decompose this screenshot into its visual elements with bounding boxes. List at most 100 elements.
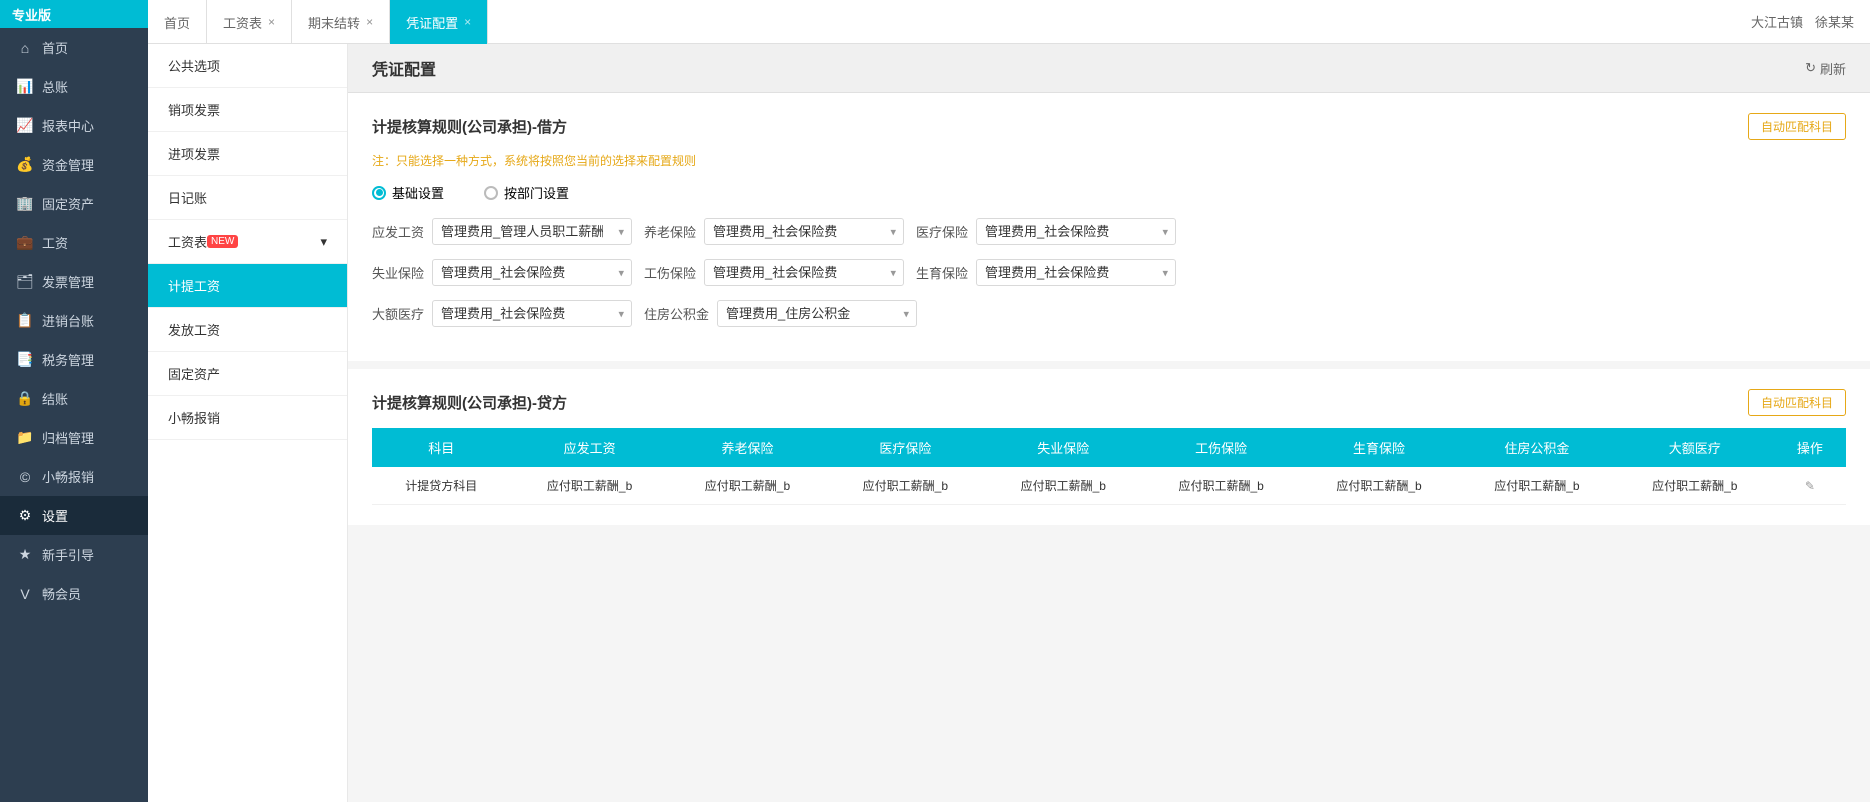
refresh-label: 刷新 [1820, 59, 1846, 78]
radio-group: 基础设置 按部门设置 [372, 183, 1846, 202]
action-cell[interactable]: ✎ [1774, 467, 1846, 505]
sidebar-item-sales-ledger[interactable]: 📋进销台账 [0, 301, 148, 340]
sidebar-item-closing[interactable]: 🔒结账 [0, 379, 148, 418]
tab-home[interactable]: 首页 [148, 0, 207, 44]
field-yingfa-gongzi: 应发工资 管理费用_管理人员职工薪酬 [372, 218, 632, 245]
select-yingfa[interactable]: 管理费用_管理人员职工薪酬 [432, 218, 632, 245]
sidebar-item-vip[interactable]: V畅会员 [0, 574, 148, 613]
credit-col-应发工资: 应发工资 [511, 428, 669, 467]
tab-close-payroll-table[interactable]: × [268, 15, 275, 29]
data-cell: 应付职工薪酬_b [826, 467, 984, 505]
data-cell: 应付职工薪酬_b [984, 467, 1142, 505]
sidebar-icon-general-ledger: 📊 [16, 78, 34, 95]
radio-department[interactable]: 按部门设置 [484, 183, 569, 202]
left-panel-label-journal: 日记账 [168, 188, 207, 207]
select-yanglao[interactable]: 管理费用_社会保险费 [704, 218, 904, 245]
credit-col-工伤保险: 工伤保险 [1142, 428, 1300, 467]
sidebar-icon-settings: ⚙ [16, 507, 34, 524]
select-shiye[interactable]: 管理费用_社会保险费 [432, 259, 632, 286]
debit-section-header: 计提核算规则(公司承担)-借方 自动匹配科目 [372, 113, 1846, 140]
select-wrapper-yiliao: 管理费用_社会保险费 [976, 218, 1176, 245]
credit-table: 科目应发工资养老保险医疗保险失业保险工伤保险生育保险住房公积金大额医疗操作 计提… [372, 428, 1846, 505]
sidebar-icon-closing: 🔒 [16, 390, 34, 407]
sidebar-icon-reports: 📈 [16, 117, 34, 134]
sidebar-item-xiaochang-expense[interactable]: © 小畅报销 [0, 457, 148, 496]
radio-basic[interactable]: 基础设置 [372, 183, 444, 202]
select-daeyiliao[interactable]: 管理费用_社会保险费 [432, 300, 632, 327]
radio-department-label: 按部门设置 [504, 183, 569, 202]
sidebar-item-home[interactable]: ⌂首页 [0, 28, 148, 67]
right-content: 凭证配置 ↻ 刷新 计提核算规则(公司承担)-借方 自动匹配科目 注：只能选择一… [348, 44, 1870, 802]
field-shiye: 失业保险 管理费用_社会保险费 [372, 259, 632, 286]
credit-col-医疗保险: 医疗保险 [826, 428, 984, 467]
sidebar-label-xiaochang-expense: 小畅报销 [42, 467, 94, 486]
sidebar-label-invoice: 发票管理 [42, 272, 94, 291]
left-panel-item-pay-wages[interactable]: 发放工资 [148, 308, 347, 352]
left-panel-item-purchase-invoice[interactable]: 进项发票 [148, 132, 347, 176]
sidebar-item-invoice[interactable]: 🗂发票管理 [0, 262, 148, 301]
data-cell: 应付职工薪酬_b [1458, 467, 1616, 505]
left-panel-item-journal[interactable]: 日记账 [148, 176, 347, 220]
debit-form-row-3: 大额医疗 管理费用_社会保险费 住房公积金 管理费用_住房公积金 [372, 300, 1846, 327]
credit-table-wrapper: 科目应发工资养老保险医疗保险失业保险工伤保险生育保险住房公积金大额医疗操作 计提… [372, 428, 1846, 505]
left-panel-item-sales-invoice[interactable]: 销项发票 [148, 88, 347, 132]
select-yiliao[interactable]: 管理费用_社会保险费 [976, 218, 1176, 245]
select-wrapper-shengyu: 管理费用_社会保险费 [976, 259, 1176, 286]
left-panel-label-purchase-invoice: 进项发票 [168, 144, 220, 163]
sidebar-item-reports[interactable]: 📈报表中心 [0, 106, 148, 145]
select-wrapper-yingfa: 管理费用_管理人员职工薪酬 [432, 218, 632, 245]
left-panel-item-jiti-wages[interactable]: 计提工资 [148, 264, 347, 308]
credit-section-header: 计提核算规则(公司承担)-贷方 自动匹配科目 [372, 389, 1846, 416]
field-yanglao: 养老保险 管理费用_社会保险费 [644, 218, 904, 245]
sidebar-item-capital[interactable]: 💰资金管理 [0, 145, 148, 184]
sidebar-header: 专业版 [0, 0, 148, 28]
sidebar-item-general-ledger[interactable]: 📊总账 [0, 67, 148, 106]
field-daeyiliao: 大额医疗 管理费用_社会保险费 [372, 300, 632, 327]
credit-table-body: 计提贷方科目应付职工薪酬_b应付职工薪酬_b应付职工薪酬_b应付职工薪酬_b应付… [372, 467, 1846, 505]
left-panel-item-public-options[interactable]: 公共选项 [148, 44, 347, 88]
edition-label: 专业版 [12, 5, 51, 24]
tab-period-close[interactable]: 期末结转 × [292, 0, 390, 44]
left-panel-item-xiaochang-expense[interactable]: 小畅报销 [148, 396, 347, 440]
sidebar-item-payroll[interactable]: 💼工资 [0, 223, 148, 262]
left-panel-item-fixed-assets[interactable]: 固定资产 [148, 352, 347, 396]
select-gongjijin[interactable]: 管理费用_住房公积金 [717, 300, 917, 327]
tab-bar: 首页工资表×期末结转×凭证配置× 大江古镇 徐某某 [148, 0, 1870, 44]
debit-auto-match-button[interactable]: 自动匹配科目 [1748, 113, 1846, 140]
credit-col-失业保险: 失业保险 [984, 428, 1142, 467]
page-header: 凭证配置 ↻ 刷新 [348, 44, 1870, 93]
sidebar-item-settings[interactable]: ⚙设置 [0, 496, 148, 535]
label-daeyiliao: 大额医疗 [372, 304, 424, 323]
sidebar-icon-sales-ledger: 📋 [16, 312, 34, 329]
select-shengyu[interactable]: 管理费用_社会保险费 [976, 259, 1176, 286]
field-shengyu: 生育保险 管理费用_社会保险费 [916, 259, 1176, 286]
tab-label-period-close: 期末结转 [308, 13, 360, 32]
tab-close-voucher-config[interactable]: × [464, 15, 471, 29]
field-gongshang: 工伤保险 管理费用_社会保险费 [644, 259, 904, 286]
sidebar-item-archive[interactable]: 📁归档管理 [0, 418, 148, 457]
credit-auto-match-button[interactable]: 自动匹配科目 [1748, 389, 1846, 416]
radio-basic-label: 基础设置 [392, 183, 444, 202]
refresh-button[interactable]: ↻ 刷新 [1805, 59, 1846, 78]
debit-form-row-1: 应发工资 管理费用_管理人员职工薪酬 养老保险 管理费用_社会保险费 [372, 218, 1846, 245]
data-cell: 应付职工薪酬_b [1142, 467, 1300, 505]
sidebar-item-guide[interactable]: ★新手引导 [0, 535, 148, 574]
sidebar-label-tax: 税务管理 [42, 350, 94, 369]
tab-payroll-table[interactable]: 工资表× [207, 0, 292, 44]
page-content: 公共选项销项发票进项发票日记账工资表NEW▾计提工资发放工资固定资产小畅报销 凭… [148, 44, 1870, 802]
sidebar-label-capital: 资金管理 [42, 155, 94, 174]
sidebar-item-tax[interactable]: 📑税务管理 [0, 340, 148, 379]
field-gongjijin: 住房公积金 管理费用_住房公积金 [644, 300, 917, 327]
sidebar-item-fixed-assets[interactable]: 🏢固定资产 [0, 184, 148, 223]
select-gongshang[interactable]: 管理费用_社会保险费 [704, 259, 904, 286]
sidebar-icon-vip: V [16, 586, 34, 602]
top-bar-right: 大江古镇 徐某某 [1751, 12, 1870, 31]
field-yiliao: 医疗保险 管理费用_社会保险费 [916, 218, 1176, 245]
sidebar-icon-xiaochang-expense: © [16, 469, 34, 485]
data-cell: 应付职工薪酬_b [1300, 467, 1458, 505]
tab-voucher-config[interactable]: 凭证配置× [390, 0, 488, 44]
credit-col-操作: 操作 [1774, 428, 1846, 467]
tab-close-period-close[interactable]: × [366, 15, 373, 29]
left-panel-item-payroll-table[interactable]: 工资表NEW▾ [148, 220, 347, 264]
credit-col-生育保险: 生育保险 [1300, 428, 1458, 467]
